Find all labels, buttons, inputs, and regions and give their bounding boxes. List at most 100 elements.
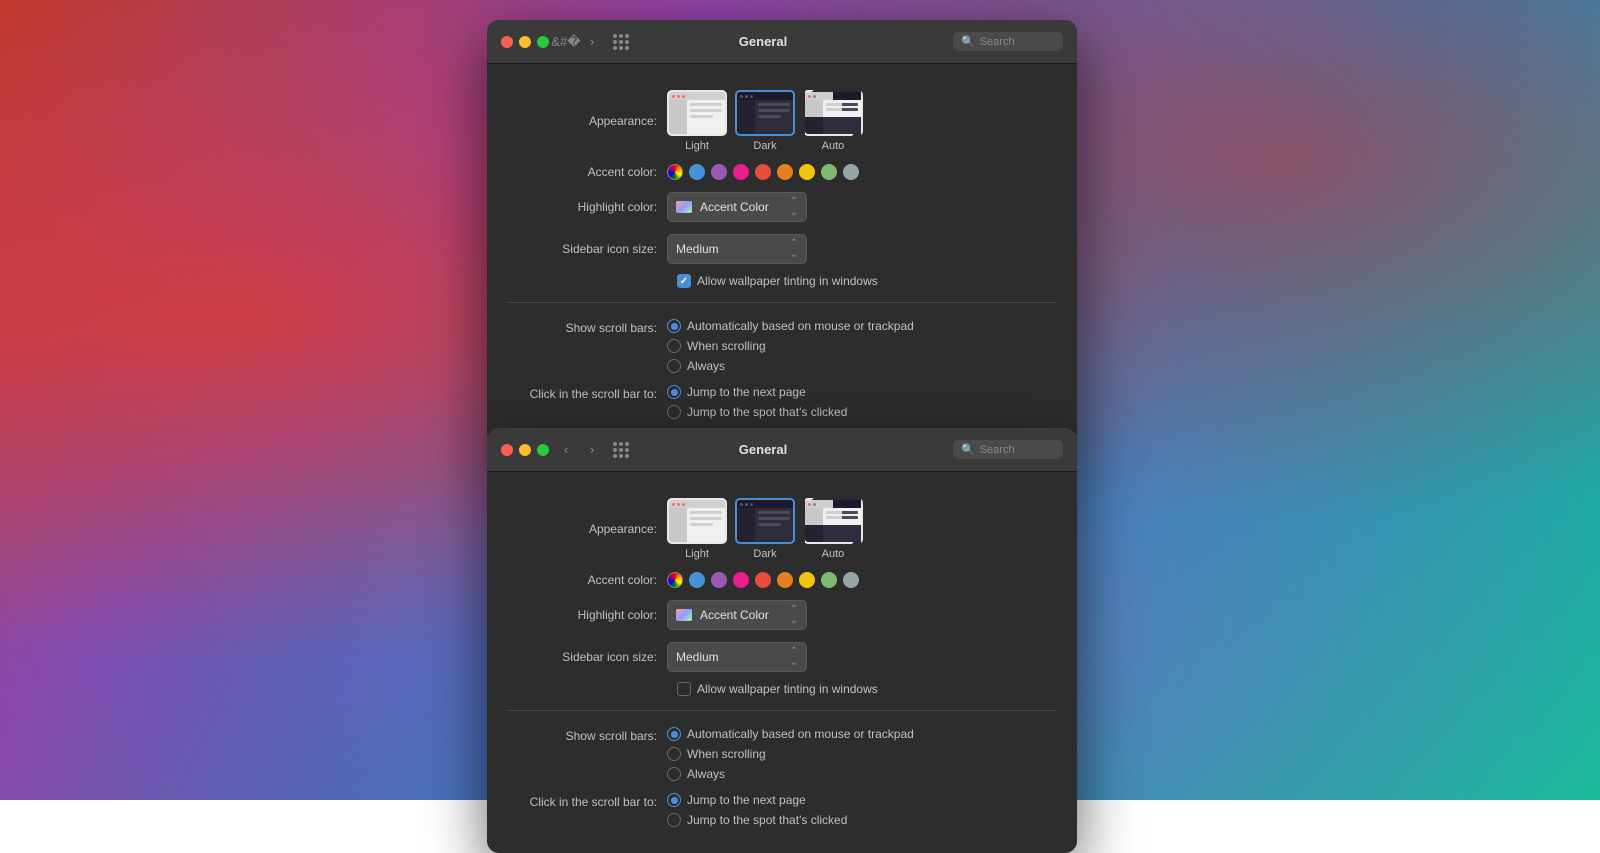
window-bottom: ‹ › General 🔍 Search Appearance:	[487, 428, 1077, 853]
click-next-page-label-bottom: Jump to the next page	[687, 793, 806, 807]
scroll-when-label-bottom: When scrolling	[687, 747, 766, 761]
accent-multicolor-bottom[interactable]	[667, 572, 683, 588]
maximize-button[interactable]	[537, 36, 549, 48]
accent-red-top[interactable]	[755, 164, 771, 180]
appearance-label-top: Appearance:	[517, 114, 657, 128]
scroll-always-radio-bottom[interactable]	[667, 767, 681, 781]
accent-yellow-bottom[interactable]	[799, 572, 815, 588]
accent-orange-top[interactable]	[777, 164, 793, 180]
scroll-auto-label-bottom: Automatically based on mouse or trackpad	[687, 727, 914, 741]
scroll-auto-option-top[interactable]: Automatically based on mouse or trackpad	[667, 319, 914, 333]
scroll-when-radio-top[interactable]	[667, 339, 681, 353]
minimize-button-bottom[interactable]	[519, 444, 531, 456]
accent-color-label-bottom: Accent color:	[517, 573, 657, 587]
scroll-auto-label-top: Automatically based on mouse or trackpad	[687, 319, 914, 333]
appearance-auto-preview-bottom	[803, 498, 863, 544]
wallpaper-tinting-label-top: Allow wallpaper tinting in windows	[697, 274, 878, 288]
click-spot-option-bottom[interactable]: Jump to the spot that's clicked	[667, 813, 847, 827]
click-next-page-radio-top[interactable]	[667, 385, 681, 399]
scroll-always-label-bottom: Always	[687, 767, 725, 781]
accent-pink-top[interactable]	[733, 164, 749, 180]
search-icon-top: 🔍	[961, 35, 975, 48]
close-button[interactable]	[501, 36, 513, 48]
wallpaper-tinting-checkbox-top[interactable]: ✓	[677, 274, 691, 288]
appearance-light-bottom[interactable]: Light	[667, 498, 727, 560]
click-next-page-radio-bottom[interactable]	[667, 793, 681, 807]
scroll-auto-radio-top[interactable]	[667, 319, 681, 333]
click-scroll-bar-options-bottom: Jump to the next page Jump to the spot t…	[667, 793, 1047, 827]
scroll-when-option-top[interactable]: When scrolling	[667, 339, 914, 353]
window-title-top: General	[581, 34, 945, 49]
click-spot-option-top[interactable]: Jump to the spot that's clicked	[667, 405, 847, 419]
highlight-color-dropdown-top[interactable]: Accent Color ⌃⌄	[667, 192, 807, 222]
sidebar-icon-size-row-bottom: Sidebar icon size: Medium ⌃⌄	[487, 636, 1077, 678]
search-box-bottom[interactable]: 🔍 Search	[953, 440, 1063, 459]
accent-green-top[interactable]	[821, 164, 837, 180]
accent-multicolor-top[interactable]	[667, 164, 683, 180]
accent-purple-bottom[interactable]	[711, 572, 727, 588]
scroll-always-option-bottom[interactable]: Always	[667, 767, 914, 781]
highlight-color-content-bottom: Accent Color ⌃⌄	[667, 600, 1047, 630]
appearance-light-label-bottom: Light	[685, 548, 709, 560]
click-next-page-option-bottom[interactable]: Jump to the next page	[667, 793, 847, 807]
search-box-top[interactable]: 🔍 Search	[953, 32, 1063, 51]
wallpaper-tinting-checkbox-bottom[interactable]	[677, 682, 691, 696]
traffic-lights-bottom	[501, 444, 549, 456]
accent-color-row-bottom: Accent color:	[487, 566, 1077, 594]
highlight-color-dropdown-bottom[interactable]: Accent Color ⌃⌄	[667, 600, 807, 630]
show-scroll-bars-group-top: Automatically based on mouse or trackpad…	[667, 319, 914, 373]
show-scroll-bars-options-bottom: Automatically based on mouse or trackpad…	[667, 727, 1047, 781]
accent-yellow-top[interactable]	[799, 164, 815, 180]
highlight-color-label-top: Highlight color:	[517, 200, 657, 214]
appearance-dark-preview-top	[735, 90, 795, 136]
traffic-lights-top	[501, 36, 549, 48]
sidebar-icon-size-content-top: Medium ⌃⌄	[667, 234, 1047, 264]
accent-graphite-bottom[interactable]	[843, 572, 859, 588]
search-input-top[interactable]: Search	[980, 36, 1015, 48]
appearance-dark-top[interactable]: Dark	[735, 90, 795, 152]
accent-graphite-top[interactable]	[843, 164, 859, 180]
wallpaper-tinting-label-bottom: Allow wallpaper tinting in windows	[697, 682, 878, 696]
click-spot-radio-bottom[interactable]	[667, 813, 681, 827]
accent-blue-top[interactable]	[689, 164, 705, 180]
maximize-button-bottom[interactable]	[537, 444, 549, 456]
minimize-button[interactable]	[519, 36, 531, 48]
sidebar-icon-size-value-bottom: Medium	[676, 650, 782, 664]
accent-blue-bottom[interactable]	[689, 572, 705, 588]
click-scroll-bar-group-bottom: Jump to the next page Jump to the spot t…	[667, 793, 847, 827]
accent-green-bottom[interactable]	[821, 572, 837, 588]
close-button-bottom[interactable]	[501, 444, 513, 456]
scroll-when-option-bottom[interactable]: When scrolling	[667, 747, 914, 761]
scroll-auto-radio-bottom[interactable]	[667, 727, 681, 741]
appearance-label-bottom: Appearance:	[517, 522, 657, 536]
sidebar-icon-size-arrow-top: ⌃⌄	[790, 238, 798, 260]
appearance-dark-bottom[interactable]: Dark	[735, 498, 795, 560]
scroll-auto-option-bottom[interactable]: Automatically based on mouse or trackpad	[667, 727, 914, 741]
sidebar-icon-size-row-top: Sidebar icon size: Medium ⌃⌄	[487, 228, 1077, 270]
scroll-always-option-top[interactable]: Always	[667, 359, 914, 373]
appearance-light-top[interactable]: Light	[667, 90, 727, 152]
back-button-bottom[interactable]: ‹	[557, 441, 575, 459]
back-button[interactable]: &#�	[557, 33, 575, 51]
appearance-auto-top[interactable]: Auto	[803, 90, 863, 152]
accent-pink-bottom[interactable]	[733, 572, 749, 588]
click-spot-radio-top[interactable]	[667, 405, 681, 419]
show-scroll-bars-label-bottom: Show scroll bars:	[517, 727, 657, 743]
click-scroll-bar-label-bottom: Click in the scroll bar to:	[517, 793, 657, 809]
content-top: Appearance:	[487, 64, 1077, 445]
accent-red-bottom[interactable]	[755, 572, 771, 588]
accent-purple-top[interactable]	[711, 164, 727, 180]
checkmark-top: ✓	[680, 276, 688, 287]
appearance-dark-label-bottom: Dark	[753, 548, 776, 560]
sidebar-icon-size-dropdown-top[interactable]: Medium ⌃⌄	[667, 234, 807, 264]
search-input-bottom[interactable]: Search	[980, 444, 1015, 456]
appearance-options-group-top: Light	[667, 90, 863, 152]
appearance-auto-bottom[interactable]: Auto	[803, 498, 863, 560]
click-next-page-option-top[interactable]: Jump to the next page	[667, 385, 847, 399]
divider1-top	[507, 302, 1057, 303]
scroll-when-radio-bottom[interactable]	[667, 747, 681, 761]
sidebar-icon-size-dropdown-bottom[interactable]: Medium ⌃⌄	[667, 642, 807, 672]
scroll-always-radio-top[interactable]	[667, 359, 681, 373]
accent-orange-bottom[interactable]	[777, 572, 793, 588]
scroll-when-label-top: When scrolling	[687, 339, 766, 353]
